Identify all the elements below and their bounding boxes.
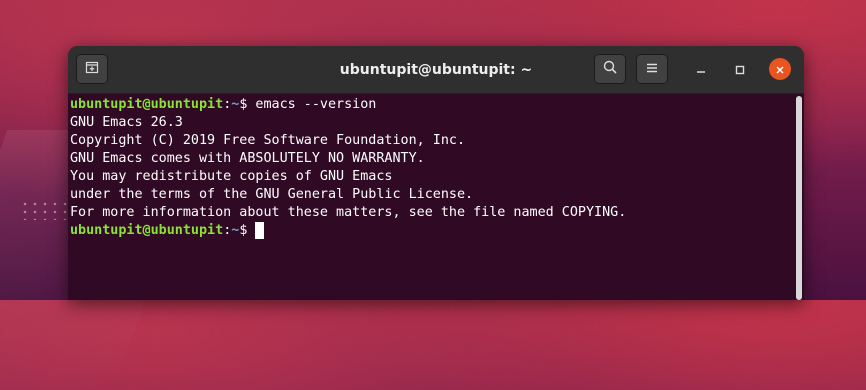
menu-button[interactable] xyxy=(636,54,668,84)
text-cursor xyxy=(255,222,265,239)
command-text xyxy=(247,223,255,238)
command-text: emacs --version xyxy=(247,97,377,112)
scrollbar[interactable] xyxy=(796,96,802,300)
minimize-button[interactable] xyxy=(690,58,712,80)
title-bar[interactable]: ubuntupit@ubuntupit: ~ xyxy=(68,46,804,94)
minimize-icon xyxy=(696,60,706,79)
terminal-output[interactable]: ubuntupit@ubuntupit:~$ emacs --version G… xyxy=(68,94,794,300)
output-line: Copyright (C) 2019 Free Software Foundat… xyxy=(70,133,466,148)
output-line: GNU Emacs 26.3 xyxy=(70,115,183,130)
new-tab-icon xyxy=(84,59,100,79)
close-button[interactable] xyxy=(769,58,791,80)
hamburger-menu-icon xyxy=(645,60,659,79)
prompt-user: ubuntupit@ubuntupit xyxy=(70,97,224,112)
search-icon xyxy=(602,59,618,79)
wallpaper-dots xyxy=(20,200,70,220)
prompt-line: ubuntupit@ubuntupit:~$ emacs --version xyxy=(70,96,792,114)
new-tab-button[interactable] xyxy=(76,54,108,84)
prompt-user: ubuntupit@ubuntupit xyxy=(70,223,224,238)
output-line: For more information about these matters… xyxy=(70,205,627,220)
terminal-window: ubuntupit@ubuntupit: ~ ubuntupit@ubuntup… xyxy=(68,46,804,300)
search-button[interactable] xyxy=(594,54,626,84)
maximize-button[interactable] xyxy=(729,58,751,80)
prompt-line: ubuntupit@ubuntupit:~$ xyxy=(70,222,792,240)
output-line: under the terms of the GNU General Publi… xyxy=(70,187,474,202)
maximize-icon xyxy=(735,60,745,79)
close-icon xyxy=(775,60,785,79)
output-line: GNU Emacs comes with ABSOLUTELY NO WARRA… xyxy=(70,151,425,166)
output-line: You may redistribute copies of GNU Emacs xyxy=(70,169,393,184)
